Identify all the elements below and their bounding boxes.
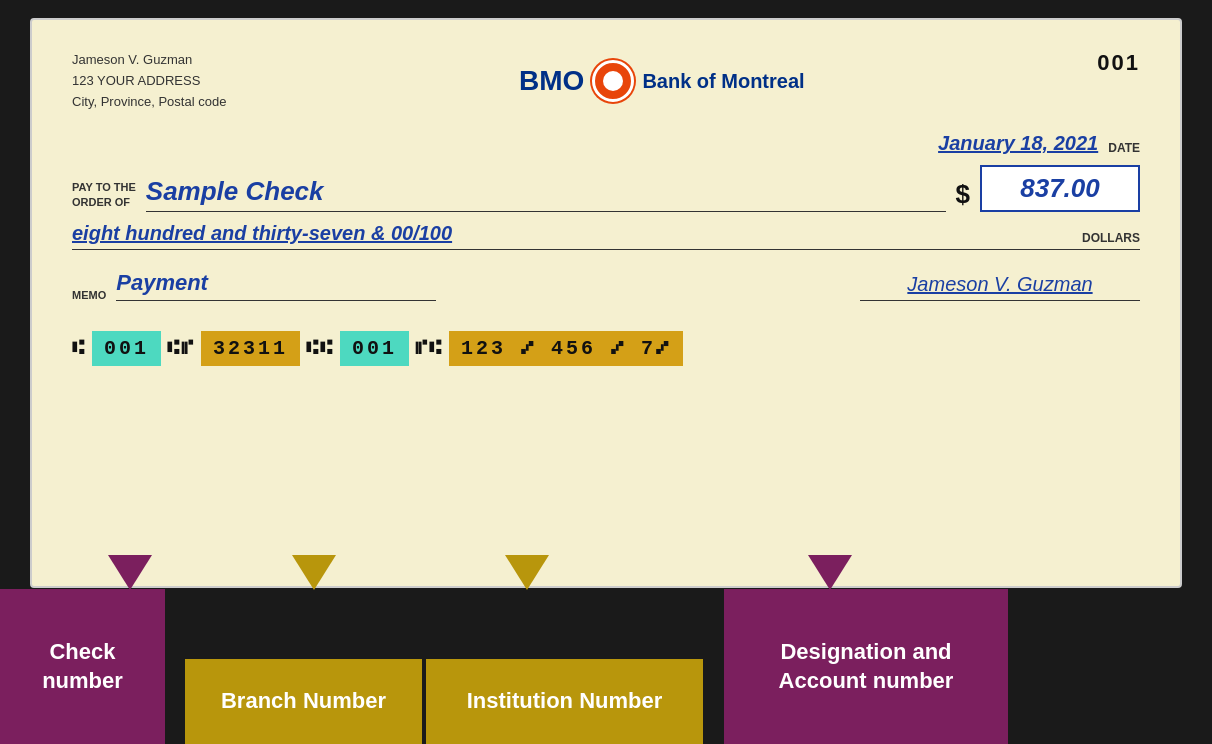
arrow-institution-number <box>505 555 549 590</box>
memo-line: Payment <box>116 270 436 301</box>
holder-city: City, Province, Postal code <box>72 92 226 113</box>
micr-line: ⑆ 001 ⑆⑈ 32311 ⑆⑆ 001 ⑈⑆ 123 ⑇ 456 ⑇ 7⑇ <box>72 331 1140 366</box>
branch-number-label: Branch Number <box>221 687 386 716</box>
amount-words-row: eight hundred and thirty-seven & 00/100 … <box>72 222 1140 250</box>
label-branch-number: Branch Number <box>185 659 422 744</box>
micr-sep2: ⑆⑆ <box>306 337 334 360</box>
micr-prefix: ⑆ <box>72 337 86 360</box>
pay-to-row: PAY TO THE ORDER OF Sample Check $ 837.0… <box>72 165 1140 212</box>
arrow-designation <box>808 555 852 590</box>
date-row: January 18, 2021 DATE <box>72 132 1140 155</box>
amount-value: 837.00 <box>1020 173 1100 203</box>
account-holder-info: Jameson V. Guzman 123 YOUR ADDRESS City,… <box>72 50 226 112</box>
label-designation-account: Designation and Account number <box>724 589 1008 744</box>
date-label: DATE <box>1108 141 1140 155</box>
bmo-abbreviation: BMO <box>519 65 584 97</box>
bank-full-name: Bank of Montreal <box>642 70 804 93</box>
bank-logo: BMO Bank of Montreal <box>519 60 805 102</box>
micr-institution: 001 <box>340 331 409 366</box>
payee-line: Sample Check <box>146 176 946 212</box>
check-body: Jameson V. Guzman 123 YOUR ADDRESS City,… <box>30 18 1182 588</box>
payee-name: Sample Check <box>146 176 324 206</box>
pay-to-label: PAY TO THE ORDER OF <box>72 180 136 211</box>
bmo-circle-logo <box>592 60 634 102</box>
dollars-label: DOLLARS <box>1082 231 1140 245</box>
micr-account: 123 ⑇ 456 ⑇ 7⑇ <box>449 331 683 366</box>
micr-sep1: ⑆⑈ <box>167 337 195 360</box>
check-number-display: 001 <box>1097 50 1140 76</box>
label-institution-number: Institution Number <box>426 659 703 744</box>
amount-words: eight hundred and thirty-seven & 00/100 <box>72 222 452 245</box>
micr-branch: 32311 <box>201 331 300 366</box>
memo-row: MEMO Payment Jameson V. Guzman <box>72 270 1140 301</box>
holder-address: 123 YOUR ADDRESS <box>72 71 226 92</box>
micr-sep3: ⑈⑆ <box>415 337 443 360</box>
signature-value: Jameson V. Guzman <box>907 273 1092 295</box>
designation-account-label: Designation and Account number <box>739 638 993 695</box>
memo-label: MEMO <box>72 289 106 301</box>
check-top-row: Jameson V. Guzman 123 YOUR ADDRESS City,… <box>72 50 1140 112</box>
arrow-branch-number <box>292 555 336 590</box>
dollar-sign: $ <box>956 179 970 210</box>
micr-check-number: 001 <box>92 331 161 366</box>
arrow-check-number <box>108 555 152 590</box>
check-number-label: Check number <box>15 638 150 695</box>
label-check-number: Check number <box>0 589 165 744</box>
memo-value: Payment <box>116 270 208 295</box>
signature-line: Jameson V. Guzman <box>860 273 1140 301</box>
holder-name: Jameson V. Guzman <box>72 50 226 71</box>
amount-box: 837.00 <box>980 165 1140 212</box>
date-value: January 18, 2021 <box>938 132 1098 155</box>
bmo-circle-inner <box>603 71 623 91</box>
institution-number-label: Institution Number <box>467 687 663 716</box>
